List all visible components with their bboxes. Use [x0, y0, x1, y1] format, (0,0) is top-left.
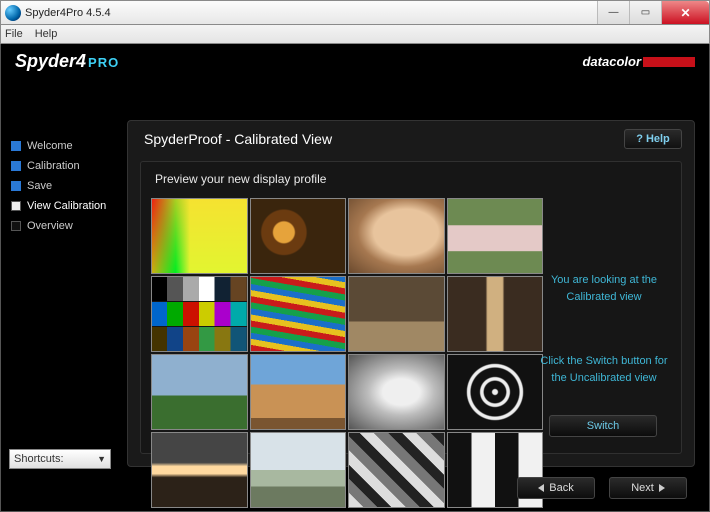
menu-file[interactable]: File	[5, 28, 23, 40]
brand-name: Spyder4	[15, 51, 86, 71]
company-name: datacolor	[582, 54, 641, 69]
step-icon	[11, 221, 21, 231]
main-panel: SpyderProof - Calibrated View ?Help Prev…	[127, 120, 695, 467]
help-button[interactable]: ?Help	[624, 129, 682, 149]
thumbnail[interactable]	[447, 276, 544, 352]
sidebar-item-overview[interactable]: Overview	[9, 216, 125, 236]
window-titlebar: Spyder4Pro 4.5.4 — ▭ ✕	[0, 0, 710, 24]
thumbnail[interactable]	[250, 198, 347, 274]
menu-bar: File Help	[0, 24, 710, 44]
next-label: Next	[631, 482, 654, 494]
help-label: Help	[646, 133, 670, 145]
thumbnail[interactable]	[250, 432, 347, 508]
step-icon	[11, 141, 21, 151]
step-icon	[11, 161, 21, 171]
brand-logo: Spyder4PRO	[15, 51, 119, 72]
thumbnail[interactable]	[348, 198, 445, 274]
sidebar-item-calibration[interactable]: Calibration	[9, 156, 125, 176]
back-label: Back	[549, 482, 573, 494]
arrow-right-icon	[659, 484, 665, 492]
thumbnail[interactable]	[348, 354, 445, 430]
info-line-1: You are looking at the Calibrated view	[539, 272, 669, 305]
sidebar-item-welcome[interactable]: Welcome	[9, 136, 125, 156]
step-icon	[11, 201, 21, 211]
next-button[interactable]: Next	[609, 477, 687, 499]
thumbnail-grid	[151, 198, 543, 508]
company-bar-icon	[643, 57, 695, 67]
window-title: Spyder4Pro 4.5.4	[25, 7, 597, 19]
shortcuts-label: Shortcuts:	[14, 453, 64, 465]
sidebar-item-view-calibration[interactable]: View Calibration	[9, 196, 125, 216]
menu-help[interactable]: Help	[35, 28, 58, 40]
minimize-button[interactable]: —	[597, 1, 629, 24]
preview-subtitle: Preview your new display profile	[141, 162, 681, 194]
switch-button[interactable]: Switch	[549, 415, 657, 437]
sidebar-item-save[interactable]: Save	[9, 176, 125, 196]
sidebar-item-label: Overview	[27, 220, 73, 232]
brand-suffix: PRO	[88, 55, 119, 70]
window-controls: — ▭ ✕	[597, 1, 709, 24]
thumbnail[interactable]	[250, 354, 347, 430]
thumbnail[interactable]	[348, 276, 445, 352]
chevron-down-icon: ▼	[97, 454, 106, 464]
thumbnail[interactable]	[447, 354, 544, 430]
preview-panel: Preview your new display profile	[140, 161, 682, 454]
switch-label: Switch	[587, 420, 619, 432]
thumbnail[interactable]	[447, 198, 544, 274]
maximize-button[interactable]: ▭	[629, 1, 661, 24]
step-icon	[11, 181, 21, 191]
thumbnail[interactable]	[151, 198, 248, 274]
back-button[interactable]: Back	[517, 477, 595, 499]
info-line-2: Click the Switch button for the Uncalibr…	[539, 353, 669, 386]
arrow-left-icon	[538, 484, 544, 492]
nav-buttons: Back Next	[517, 477, 687, 499]
thumbnail[interactable]	[151, 432, 248, 508]
thumbnail[interactable]	[151, 354, 248, 430]
app-header: Spyder4PRO datacolor	[1, 44, 709, 78]
thumbnail[interactable]	[151, 276, 248, 352]
question-icon: ?	[636, 133, 643, 145]
thumbnail[interactable]	[348, 432, 445, 508]
panel-title: SpyderProof - Calibrated View	[128, 121, 694, 153]
app-icon	[5, 5, 21, 21]
sidebar-item-label: Welcome	[27, 140, 73, 152]
thumbnail[interactable]	[250, 276, 347, 352]
brand-company: datacolor	[582, 54, 695, 69]
sidebar-item-label: Save	[27, 180, 52, 192]
sidebar-item-label: View Calibration	[27, 200, 106, 212]
shortcuts-dropdown[interactable]: Shortcuts: ▼	[9, 449, 111, 469]
sidebar-item-label: Calibration	[27, 160, 80, 172]
sidebar-nav: Welcome Calibration Save View Calibratio…	[9, 136, 125, 236]
close-button[interactable]: ✕	[661, 1, 709, 24]
app-body: Spyder4PRO datacolor Welcome Calibration…	[0, 44, 710, 512]
info-text: You are looking at the Calibrated view C…	[539, 272, 669, 386]
